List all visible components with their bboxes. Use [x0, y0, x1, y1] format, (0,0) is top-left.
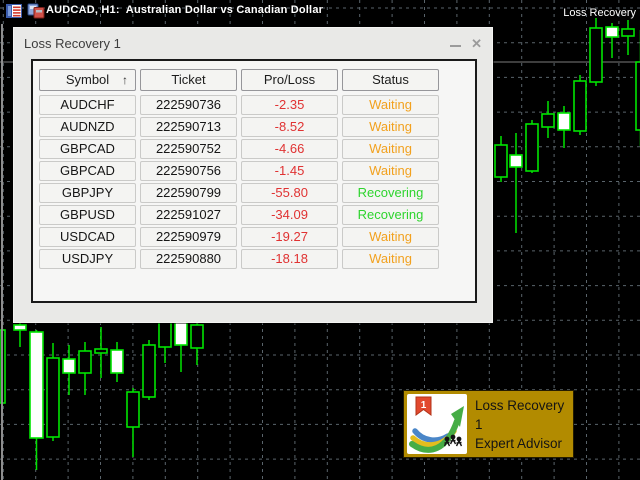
cell-status[interactable]: Waiting [342, 249, 439, 269]
cell-status[interactable]: Waiting [342, 161, 439, 181]
metatrader-chart-window: AUDCAD, H1: Australian Dollar vs Canadia… [0, 0, 640, 480]
cell-status[interactable]: Waiting [342, 227, 439, 247]
cell-ticket[interactable]: 222591027 [140, 205, 237, 225]
cell-ticket[interactable]: 222590880 [140, 249, 237, 269]
cell-profit-loss[interactable]: -55.80 [241, 183, 338, 203]
cell-profit-loss[interactable]: -2.35 [241, 95, 338, 115]
cell-ticket[interactable]: 222590752 [140, 139, 237, 159]
cell-symbol[interactable]: GBPUSD [39, 205, 136, 225]
cell-profit-loss[interactable]: -18.18 [241, 249, 338, 269]
header-status[interactable]: Status [342, 69, 439, 91]
cell-status[interactable]: Waiting [342, 117, 439, 137]
market-watch-icon [6, 3, 23, 24]
header-profit-loss[interactable]: Pro/Loss [241, 69, 338, 91]
cell-profit-loss[interactable]: -8.52 [241, 117, 338, 137]
cell-ticket[interactable]: 222590736 [140, 95, 237, 115]
cell-ticket[interactable]: 222590756 [140, 161, 237, 181]
header-ticket[interactable]: Ticket [140, 69, 237, 91]
badge-rank: 1 [421, 400, 427, 411]
cell-profit-loss[interactable]: -1.45 [241, 161, 338, 181]
cell-profit-loss[interactable]: -34.09 [241, 205, 338, 225]
cell-symbol[interactable]: GBPCAD [39, 161, 136, 181]
cell-ticket[interactable]: 222590713 [140, 117, 237, 137]
cell-symbol[interactable]: AUDNZD [39, 117, 136, 137]
table-header-row: Symbol ↑ Ticket Pro/Loss Status [39, 69, 439, 91]
sort-ascending-icon[interactable]: ↑ [122, 70, 128, 90]
cell-symbol[interactable]: USDCAD [39, 227, 136, 247]
chart-window-icons [6, 3, 45, 24]
minimize-icon[interactable] [450, 45, 462, 47]
cell-profit-loss[interactable]: -19.27 [241, 227, 338, 247]
positions-table: Symbol ↑ Ticket Pro/Loss Status AUDCHF 2… [39, 69, 439, 269]
cell-profit-loss[interactable]: -4.66 [241, 139, 338, 159]
loss-recovery-dialog: Loss Recovery 1 ✕ Symbol ↑ Ticket Pro/Lo… [13, 27, 493, 323]
cell-ticket[interactable]: 222590979 [140, 227, 237, 247]
dialog-title: Loss Recovery 1 [24, 35, 121, 51]
loss-recovery-logo-icon: 1 [407, 394, 467, 454]
badge-text: Loss Recovery 1 Expert Advisor [475, 396, 573, 453]
chart-frame-border [1, 24, 3, 480]
cell-ticket[interactable]: 222590799 [140, 183, 237, 203]
cell-symbol[interactable]: USDJPY [39, 249, 136, 269]
cell-status[interactable]: Recovering [342, 183, 439, 203]
cell-status[interactable]: Waiting [342, 95, 439, 115]
cell-status[interactable]: Waiting [342, 139, 439, 159]
close-icon[interactable]: ✕ [471, 37, 482, 50]
chart-windows-icon [27, 3, 45, 24]
cell-symbol[interactable]: GBPJPY [39, 183, 136, 203]
dialog-titlebar[interactable]: Loss Recovery 1 ✕ [14, 28, 492, 58]
cell-symbol[interactable]: GBPCAD [39, 139, 136, 159]
header-symbol[interactable]: Symbol ↑ [39, 69, 136, 91]
ea-name-label: Loss Recovery [563, 7, 636, 19]
chart-title: AUDCAD, H1: Australian Dollar vs Canadia… [46, 4, 324, 16]
positions-panel: Symbol ↑ Ticket Pro/Loss Status AUDCHF 2… [31, 59, 477, 303]
header-symbol-label: Symbol [65, 72, 110, 87]
cell-status[interactable]: Recovering [342, 205, 439, 225]
dialog-window-controls: ✕ [450, 37, 482, 50]
badge-title: Loss Recovery 1 [475, 397, 565, 432]
cell-symbol[interactable]: AUDCHF [39, 95, 136, 115]
table-body: AUDCHF 222590736 -2.35 Waiting AUDNZD 22… [39, 95, 439, 269]
badge-subtitle: Expert Advisor [475, 435, 563, 451]
ea-badge: 1 Loss Recovery 1 Expert Advisor [403, 390, 574, 458]
